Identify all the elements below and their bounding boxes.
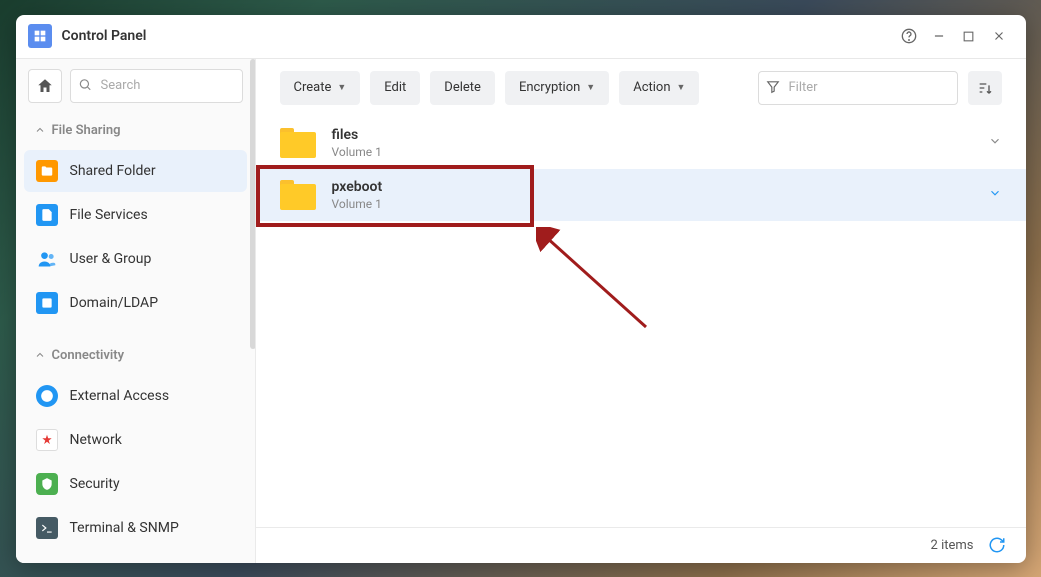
- folder-icon: [280, 128, 316, 158]
- caret-down-icon: ▼: [337, 82, 346, 93]
- folder-row[interactable]: files Volume 1: [256, 117, 1026, 169]
- refresh-button[interactable]: [988, 536, 1006, 554]
- action-button[interactable]: Action ▼: [619, 71, 699, 105]
- sidebar: File Sharing Shared Folder File Services: [16, 59, 256, 563]
- sidebar-item-user-group[interactable]: User & Group: [24, 238, 247, 280]
- folder-list: files Volume 1 pxeboot Volume 1: [256, 117, 1026, 527]
- sort-button[interactable]: [968, 71, 1002, 105]
- statusbar: 2 items: [256, 527, 1026, 563]
- network-icon: [36, 429, 58, 451]
- chevron-up-icon: [34, 349, 46, 361]
- search-input[interactable]: [70, 69, 243, 103]
- folder-name: files: [332, 127, 972, 143]
- sidebar-item-label: User & Group: [70, 251, 152, 267]
- help-button[interactable]: [894, 21, 924, 51]
- caret-down-icon: ▼: [586, 82, 595, 93]
- section-label: File Sharing: [52, 123, 121, 138]
- folder-row[interactable]: pxeboot Volume 1: [256, 169, 1026, 221]
- file-icon: [36, 204, 58, 226]
- sidebar-item-external-access[interactable]: External Access: [24, 375, 247, 417]
- encryption-button[interactable]: Encryption ▼: [505, 71, 609, 105]
- globe-icon: [36, 385, 58, 407]
- sidebar-item-file-services[interactable]: File Services: [24, 194, 247, 236]
- delete-button[interactable]: Delete: [430, 71, 495, 105]
- section-label: Connectivity: [52, 348, 125, 363]
- user-icon: [36, 248, 58, 270]
- terminal-icon: [36, 517, 58, 539]
- caret-down-icon: ▼: [677, 82, 686, 93]
- content-area: Create ▼ Edit Delete Encryption ▼ Action…: [256, 59, 1026, 563]
- filter-icon: [766, 78, 780, 97]
- domain-icon: [36, 292, 58, 314]
- chevron-up-icon: [34, 124, 46, 136]
- maximize-button[interactable]: [954, 21, 984, 51]
- edit-button[interactable]: Edit: [370, 71, 420, 105]
- control-panel-window: Control Panel: [16, 15, 1026, 563]
- shield-icon: [36, 473, 58, 495]
- item-count: 2 items: [931, 538, 974, 553]
- sidebar-item-label: External Access: [70, 388, 170, 404]
- sidebar-item-domain-ldap[interactable]: Domain/LDAP: [24, 282, 247, 324]
- section-connectivity[interactable]: Connectivity: [24, 338, 247, 373]
- search-icon: [78, 76, 92, 95]
- sidebar-item-terminal-snmp[interactable]: Terminal & SNMP: [24, 507, 247, 549]
- toolbar: Create ▼ Edit Delete Encryption ▼ Action…: [256, 59, 1026, 117]
- sidebar-item-label: File Services: [70, 207, 148, 223]
- create-button[interactable]: Create ▼: [280, 71, 361, 105]
- titlebar: Control Panel: [16, 15, 1026, 59]
- filter-input[interactable]: [758, 71, 958, 105]
- folder-icon: [36, 160, 58, 182]
- chevron-down-icon[interactable]: [988, 133, 1002, 152]
- app-icon: [28, 24, 52, 48]
- sidebar-item-network[interactable]: Network: [24, 419, 247, 461]
- sidebar-item-label: Network: [70, 432, 122, 448]
- folder-name: pxeboot: [332, 179, 972, 195]
- folder-volume: Volume 1: [332, 197, 972, 211]
- sidebar-item-label: Shared Folder: [70, 163, 156, 179]
- section-file-sharing[interactable]: File Sharing: [24, 113, 247, 148]
- home-button[interactable]: [28, 69, 62, 103]
- minimize-button[interactable]: [924, 21, 954, 51]
- sidebar-item-label: Domain/LDAP: [70, 295, 159, 311]
- folder-icon: [280, 180, 316, 210]
- annotation-arrow: [536, 227, 656, 337]
- sidebar-item-label: Security: [70, 476, 120, 492]
- folder-volume: Volume 1: [332, 145, 972, 159]
- sidebar-item-shared-folder[interactable]: Shared Folder: [24, 150, 247, 192]
- close-button[interactable]: [984, 21, 1014, 51]
- sidebar-item-label: Terminal & SNMP: [70, 520, 179, 536]
- sidebar-item-security[interactable]: Security: [24, 463, 247, 505]
- chevron-down-icon[interactable]: [988, 185, 1002, 204]
- window-title: Control Panel: [62, 28, 147, 44]
